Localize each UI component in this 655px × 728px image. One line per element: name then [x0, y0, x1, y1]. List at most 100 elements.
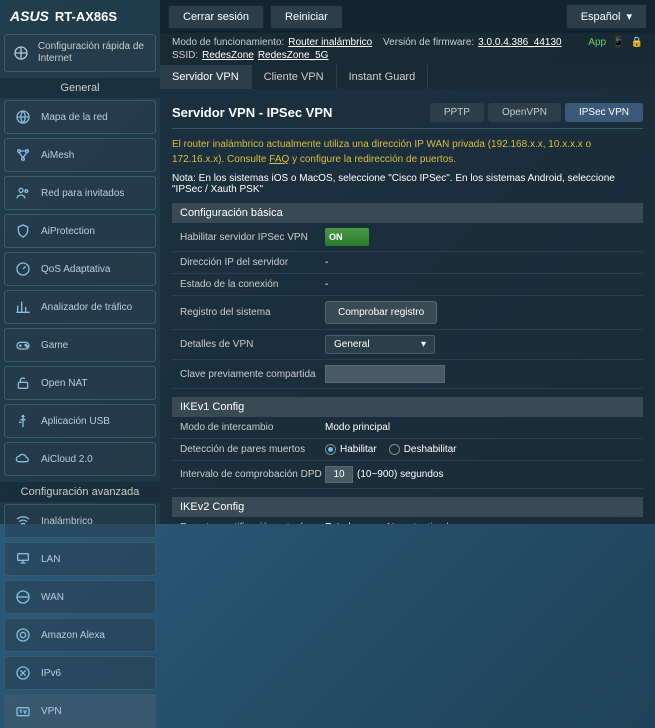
vpn-icon	[13, 701, 33, 721]
nav-label: Analizador de tráfico	[41, 302, 132, 313]
nav-game[interactable]: Game	[4, 328, 156, 362]
app-badge[interactable]: App 📱 🔒	[588, 37, 643, 48]
nav-vpn[interactable]: VPN	[4, 694, 156, 728]
lan-icon	[13, 549, 33, 569]
nav-label: VPN	[41, 706, 62, 717]
content-area: Servidor VPN - IPSec VPN PPTP OpenVPN IP…	[160, 89, 655, 524]
dpd-enable-radio[interactable]: Habilitar	[325, 444, 377, 455]
language-selector[interactable]: Español ▾	[566, 4, 647, 29]
mode-link[interactable]: Router inalámbrico	[288, 37, 372, 48]
section-ikev2: IKEv2 Config	[172, 497, 643, 517]
wan-icon	[13, 587, 33, 607]
wan-warning: El router inalámbrico actualmente utiliz…	[172, 137, 643, 167]
tab-vpn-client[interactable]: Cliente VPN	[252, 65, 337, 89]
nav-label: WAN	[41, 592, 64, 603]
nav-alexa[interactable]: Amazon Alexa	[4, 618, 156, 652]
check-log-button[interactable]: Comprobar registro	[325, 301, 437, 324]
model-name: RT-AX86S	[55, 9, 117, 24]
language-label: Español	[581, 11, 621, 23]
reboot-button[interactable]: Reiniciar	[270, 5, 343, 29]
nav-label: Aplicación USB	[41, 416, 110, 427]
mode-label: Modo de funcionamiento:	[172, 37, 284, 48]
firmware-label: Versión de firmware:	[383, 37, 474, 48]
top-bar: Cerrar sesión Reiniciar Español ▾	[160, 0, 655, 33]
conn-status-label: Estado de la conexión	[180, 279, 325, 290]
nav-guest-network[interactable]: Red para invitados	[4, 176, 156, 210]
globe-icon	[13, 107, 33, 127]
vpn-mode-tabs: PPTP OpenVPN IPSec VPN	[430, 103, 643, 122]
vpn-details-label: Detalles de VPN	[180, 339, 325, 350]
phone-icon: 📱	[612, 37, 624, 48]
nav-wireless[interactable]: Inalámbrico	[4, 504, 156, 538]
main-content: Cerrar sesión Reiniciar Español ▾ Modo d…	[160, 0, 655, 524]
mode-tab-ipsec[interactable]: IPSec VPN	[565, 103, 643, 122]
nav-label: Red para invitados	[41, 188, 124, 199]
vpn-details-select[interactable]: General▾	[325, 335, 435, 354]
nav-traffic-analyzer[interactable]: Analizador de tráfico	[4, 290, 156, 324]
gear-globe-icon	[13, 42, 30, 64]
chevron-down-icon: ▾	[421, 339, 426, 350]
firmware-link[interactable]: 3.0.0.4.386_44130	[478, 37, 561, 48]
nav-label: Open NAT	[41, 378, 88, 389]
nav-label: Inalámbrico	[41, 516, 93, 527]
exchange-mode-value: Modo principal	[325, 422, 390, 433]
psk-label: Clave previamente compartida	[180, 369, 325, 380]
nav-label: QoS Adaptativa	[41, 264, 111, 275]
nav-label: LAN	[41, 554, 60, 565]
brand-logo: ASUS	[10, 8, 49, 24]
shield-icon	[13, 221, 33, 241]
panel-title: Servidor VPN - IPSec VPN	[172, 105, 332, 120]
lock-open-icon	[13, 373, 33, 393]
enable-toggle[interactable]: ON	[325, 228, 369, 246]
exchange-mode-label: Modo de intercambio	[180, 422, 325, 433]
panel-header: Servidor VPN - IPSec VPN PPTP OpenVPN IP…	[172, 97, 643, 129]
nav-qos[interactable]: QoS Adaptativa	[4, 252, 156, 286]
nav-aiprotection[interactable]: AiProtection	[4, 214, 156, 248]
wifi-icon	[13, 511, 33, 531]
dpd-interval-input[interactable]	[325, 466, 353, 483]
vpn-tabs: Servidor VPN Cliente VPN Instant Guard	[160, 65, 655, 89]
dpd-interval-label: Intervalo de comprobación DPD	[180, 469, 325, 480]
ssid2-link[interactable]: RedesZone_5G	[258, 50, 329, 61]
nav-ipv6[interactable]: IPv6	[4, 656, 156, 690]
mode-tab-openvpn[interactable]: OpenVPN	[488, 103, 561, 122]
sidebar: ASUS RT-AX86S Configuración rápida de In…	[0, 0, 160, 524]
server-ip-value: -	[325, 257, 328, 268]
nav-usb-app[interactable]: Aplicación USB	[4, 404, 156, 438]
users-icon	[13, 183, 33, 203]
tab-instant-guard[interactable]: Instant Guard	[337, 65, 429, 89]
logout-button[interactable]: Cerrar sesión	[168, 5, 264, 29]
ssid-label: SSID:	[172, 50, 198, 61]
info-bar: Modo de funcionamiento: Router inalámbri…	[160, 33, 655, 65]
tab-vpn-server[interactable]: Servidor VPN	[160, 65, 252, 89]
dpd-disable-radio[interactable]: Deshabilitar	[389, 444, 457, 455]
dpd-interval-unit: (10~900) segundos	[357, 469, 443, 480]
nav-label: Game	[41, 340, 68, 351]
nav-aicloud[interactable]: AiCloud 2.0	[4, 442, 156, 476]
mode-tab-pptp[interactable]: PPTP	[430, 103, 484, 122]
server-ip-label: Dirección IP del servidor	[180, 257, 325, 268]
nav-wan[interactable]: WAN	[4, 580, 156, 614]
app-label: App	[588, 37, 606, 48]
nav-lan[interactable]: LAN	[4, 542, 156, 576]
nav-open-nat[interactable]: Open NAT	[4, 366, 156, 400]
dpd-label: Detección de pares muertos	[180, 444, 325, 455]
nav-network-map[interactable]: Mapa de la red	[4, 100, 156, 134]
alexa-icon	[13, 625, 33, 645]
faq-link[interactable]: FAQ	[269, 154, 289, 165]
dpd-radio-group: Habilitar Deshabilitar	[325, 444, 457, 455]
gamepad-icon	[13, 335, 33, 355]
usb-icon	[13, 411, 33, 431]
enable-label: Habilitar servidor IPSec VPN	[180, 232, 325, 243]
mesh-icon	[13, 145, 33, 165]
psk-input[interactable]	[325, 365, 445, 383]
ssid1-link[interactable]: RedesZone	[202, 50, 254, 61]
platform-note: Nota: En los sistemas iOS o MacOS, selec…	[172, 173, 643, 195]
nav-label: AiMesh	[41, 150, 74, 161]
quick-setup-button[interactable]: Configuración rápida de Internet	[4, 34, 156, 72]
logo-area: ASUS RT-AX86S	[0, 0, 160, 32]
radio-icon	[325, 444, 336, 455]
radio-icon	[389, 444, 400, 455]
nav-aimesh[interactable]: AiMesh	[4, 138, 156, 172]
nav-label: AiProtection	[41, 226, 95, 237]
